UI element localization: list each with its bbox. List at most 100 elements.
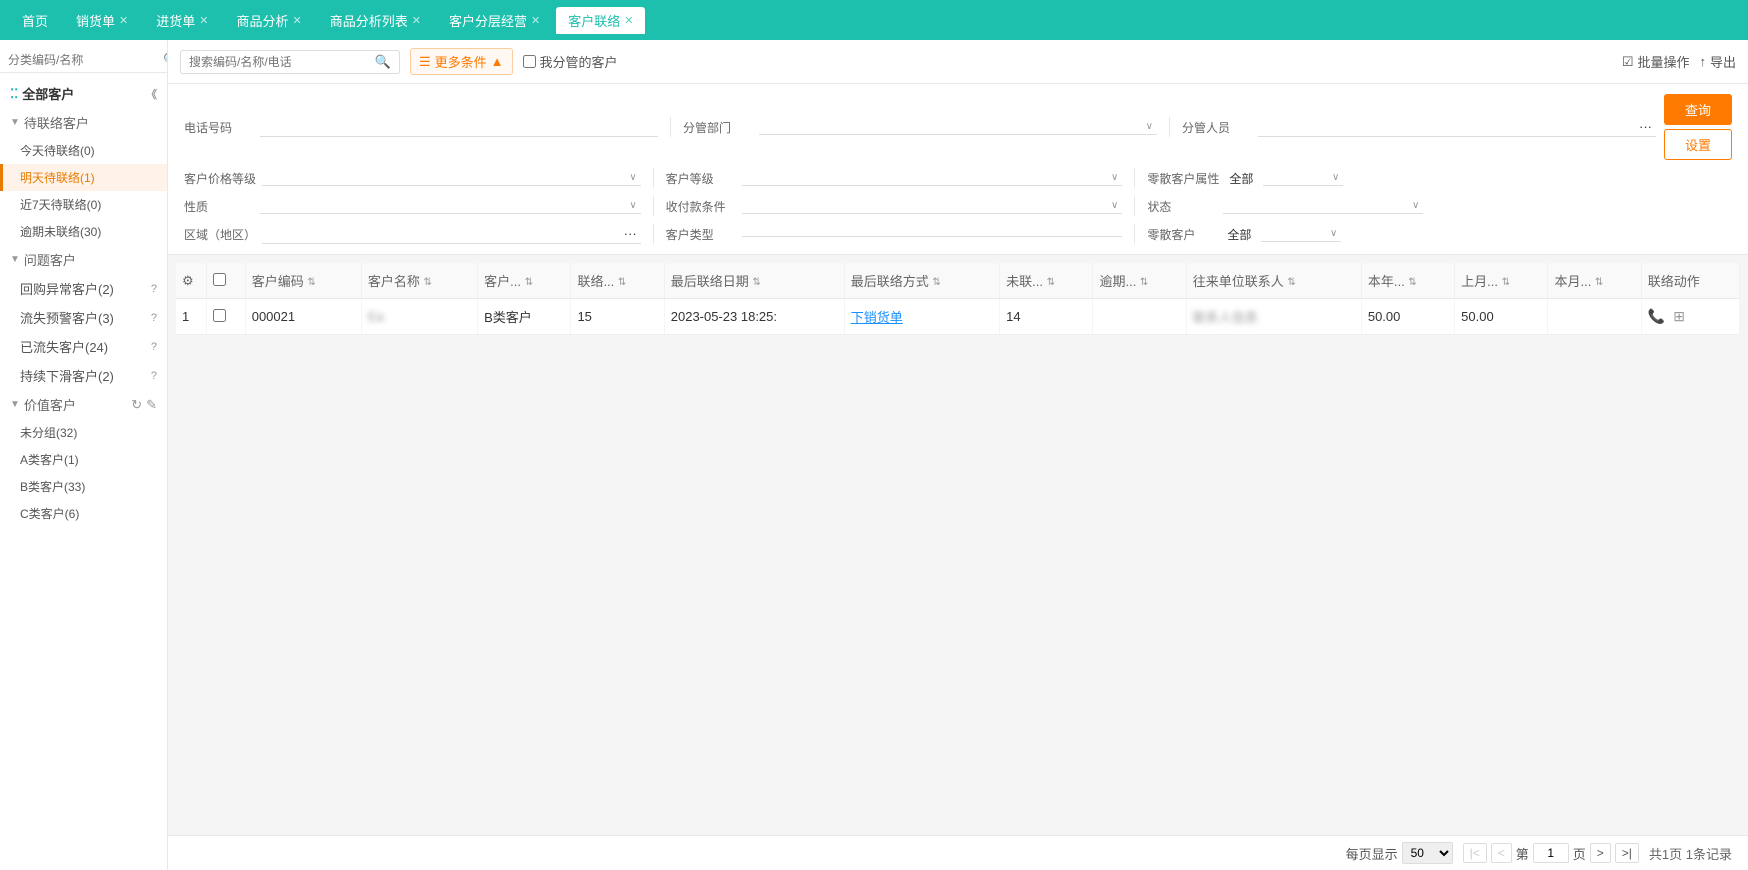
sidebar-search-input[interactable] (8, 53, 163, 67)
sidebar-item-churned[interactable]: 已流失客户(24) ? (0, 332, 167, 361)
last-page-btn[interactable]: >| (1615, 843, 1639, 863)
chevron-down-icon: ∨ (1111, 172, 1118, 183)
filter-phone-input[interactable] (260, 118, 658, 137)
filter-panel: 电话号码 分管部门 ∨ 分管人员 ··· (168, 84, 1748, 255)
filter-customer-level-select[interactable]: ∨ (742, 170, 1123, 186)
settings-btn[interactable]: 设置 (1664, 129, 1732, 160)
divider (1134, 196, 1135, 216)
cell-checkbox[interactable] (206, 299, 245, 335)
filter-status-select[interactable]: ∨ (1223, 198, 1423, 214)
sidebar-item-today-pending[interactable]: 今天待联络(0) (0, 137, 167, 164)
nav-item-customer-segment[interactable]: 客户分层经营 ✕ (437, 7, 552, 34)
cell-last-method: 下销货单 (844, 299, 999, 335)
nav-item-goods-analysis-list[interactable]: 商品分析列表 ✕ (318, 7, 433, 34)
edit-icon[interactable]: ✎ (146, 397, 157, 413)
cell-type: B类客户 (478, 299, 571, 335)
table-header-row: ⚙ 客户编码 ⇅ 客户名称 ⇅ 客户... ⇅ 联络... ⇅ 最后联络日期 ⇅… (176, 263, 1740, 299)
filter-customer-type-select[interactable] (742, 232, 1123, 237)
col-unit-contact[interactable]: 往来单位联系人 ⇅ (1186, 263, 1361, 299)
filter-scatter-customer-select[interactable]: ∨ (1261, 226, 1341, 242)
close-icon[interactable]: ✕ (199, 14, 208, 27)
close-icon[interactable]: ✕ (624, 14, 633, 27)
sidebar-item-week-pending[interactable]: 近7天待联络(0) (0, 191, 167, 218)
my-customers-check[interactable] (523, 55, 536, 68)
filter-region-select[interactable]: ··· (262, 224, 641, 244)
batch-operation-btn[interactable]: ☑ 批量操作 (1622, 52, 1690, 71)
nav-item-customer-contact[interactable]: 客户联络 ✕ (556, 7, 645, 34)
link-sales-order[interactable]: 下销货单 (851, 310, 903, 325)
nav-item-home[interactable]: 首页 (10, 7, 60, 34)
close-icon[interactable]: ✕ (293, 14, 302, 27)
next-page-btn[interactable]: > (1590, 843, 1611, 863)
sidebar-item-repurchase-abnormal[interactable]: 回购异常客户(2) ? (0, 274, 167, 303)
filter-scatter-attr-select[interactable]: ∨ (1263, 170, 1343, 186)
sidebar-item-class-a[interactable]: A类客户(1) (0, 446, 167, 473)
phone-icon[interactable]: 📞 (1648, 308, 1665, 325)
toolbar: 🔍 ☰ 更多条件 ▲ 我分管的客户 ☑ 批量操作 ↑ 导出 (168, 40, 1748, 84)
close-icon[interactable]: ✕ (119, 14, 128, 27)
page-number-input[interactable] (1533, 843, 1569, 863)
filter-nature-select[interactable]: ∨ (260, 198, 641, 214)
filter-price-level-select[interactable]: ∨ (262, 170, 641, 186)
help-icon: ? (151, 341, 157, 353)
col-type[interactable]: 客户... ⇅ (478, 263, 571, 299)
filter-action-buttons: 查询 设置 (1664, 94, 1732, 160)
col-contact[interactable]: 联络... ⇅ (571, 263, 664, 299)
sidebar-item-ungrouped[interactable]: 未分组(32) (0, 419, 167, 446)
content-area: 🔍 ☰ 更多条件 ▲ 我分管的客户 ☑ 批量操作 ↑ 导出 (168, 40, 1748, 870)
sidebar-group-pending[interactable]: ▼ 待联络客户 (0, 108, 167, 137)
footer: 每页显示 10 20 50 100 |< < 第 页 > >| 共1 (168, 835, 1748, 870)
cell-this-month (1548, 299, 1641, 335)
sidebar-search: 🔍 (0, 48, 167, 73)
select-all-checkbox[interactable] (213, 273, 226, 286)
sort-icon: ⇅ (1287, 277, 1295, 288)
close-icon[interactable]: ✕ (531, 14, 540, 27)
my-customers-checkbox[interactable]: 我分管的客户 (523, 52, 618, 71)
sidebar-item-class-c[interactable]: C类客户(6) (0, 500, 167, 527)
nav-item-sales[interactable]: 销货单 ✕ (64, 7, 140, 34)
filter-customer-type: 客户类型 (666, 226, 1123, 243)
footer-nav: |< < 第 页 > >| (1463, 843, 1639, 863)
filter-row-1: 电话号码 分管部门 ∨ 分管人员 ··· (184, 94, 1732, 160)
col-name[interactable]: 客户名称 ⇅ (361, 263, 477, 299)
col-code[interactable]: 客户编码 ⇅ (245, 263, 361, 299)
sidebar-all-customers[interactable]: ⁚⁚ 全部客户 《 (0, 79, 167, 108)
more-icon[interactable]: ⊞ (1673, 308, 1685, 325)
row-checkbox[interactable] (213, 309, 226, 322)
sidebar-group-value[interactable]: ▼ 价值客户 ↻ ✎ (0, 390, 167, 419)
col-last-month[interactable]: 上月... ⇅ (1455, 263, 1548, 299)
sidebar-group-problem[interactable]: ▼ 问题客户 (0, 245, 167, 274)
nav-item-purchase[interactable]: 进货单 ✕ (144, 7, 220, 34)
col-overdue[interactable]: 逾期... ⇅ (1093, 263, 1186, 299)
filter-more-btn[interactable]: ☰ 更多条件 ▲ (410, 48, 513, 75)
filter-payment-terms-select[interactable]: ∨ (742, 198, 1123, 214)
prev-page-btn[interactable]: < (1491, 843, 1512, 863)
col-this-month[interactable]: 本月... ⇅ (1548, 263, 1641, 299)
search-input[interactable] (189, 55, 369, 69)
page-size-select[interactable]: 10 20 50 100 (1402, 842, 1453, 864)
export-btn[interactable]: ↑ 导出 (1699, 52, 1736, 71)
nav-item-goods-analysis[interactable]: 商品分析 ✕ (224, 7, 313, 34)
search-icon[interactable]: 🔍 (375, 54, 391, 70)
filter-dept-select[interactable]: ∨ (759, 119, 1157, 135)
sidebar-item-class-b[interactable]: B类客户(33) (0, 473, 167, 500)
first-page-btn[interactable]: |< (1463, 843, 1487, 863)
sidebar-item-declining[interactable]: 持续下滑客户(2) ? (0, 361, 167, 390)
col-action: 联络动作 (1641, 263, 1739, 299)
sidebar-item-overdue[interactable]: 逾期未联络(30) (0, 218, 167, 245)
col-settings[interactable]: ⚙ (176, 263, 206, 299)
filter-manager-select[interactable]: ··· (1258, 117, 1656, 137)
col-last-date[interactable]: 最后联络日期 ⇅ (664, 263, 844, 299)
refresh-icon[interactable]: ↻ (131, 397, 142, 413)
col-not-contacted[interactable]: 未联... ⇅ (1000, 263, 1093, 299)
sidebar-item-tomorrow-pending[interactable]: 明天待联络(1) (0, 164, 167, 191)
col-this-year[interactable]: 本年... ⇅ (1361, 263, 1454, 299)
filter-row-4: 区域（地区） ··· 客户类型 零散客户 全部 (184, 224, 1732, 244)
col-checkbox[interactable] (206, 263, 245, 299)
sort-icon: ⇅ (932, 277, 940, 288)
col-last-method[interactable]: 最后联络方式 ⇅ (844, 263, 999, 299)
close-icon[interactable]: ✕ (412, 14, 421, 27)
sidebar-item-churn-warning[interactable]: 流失预警客户(3) ? (0, 303, 167, 332)
query-btn[interactable]: 查询 (1664, 94, 1732, 125)
filter-row-3: 性质 ∨ 收付款条件 ∨ 状态 (184, 196, 1732, 216)
